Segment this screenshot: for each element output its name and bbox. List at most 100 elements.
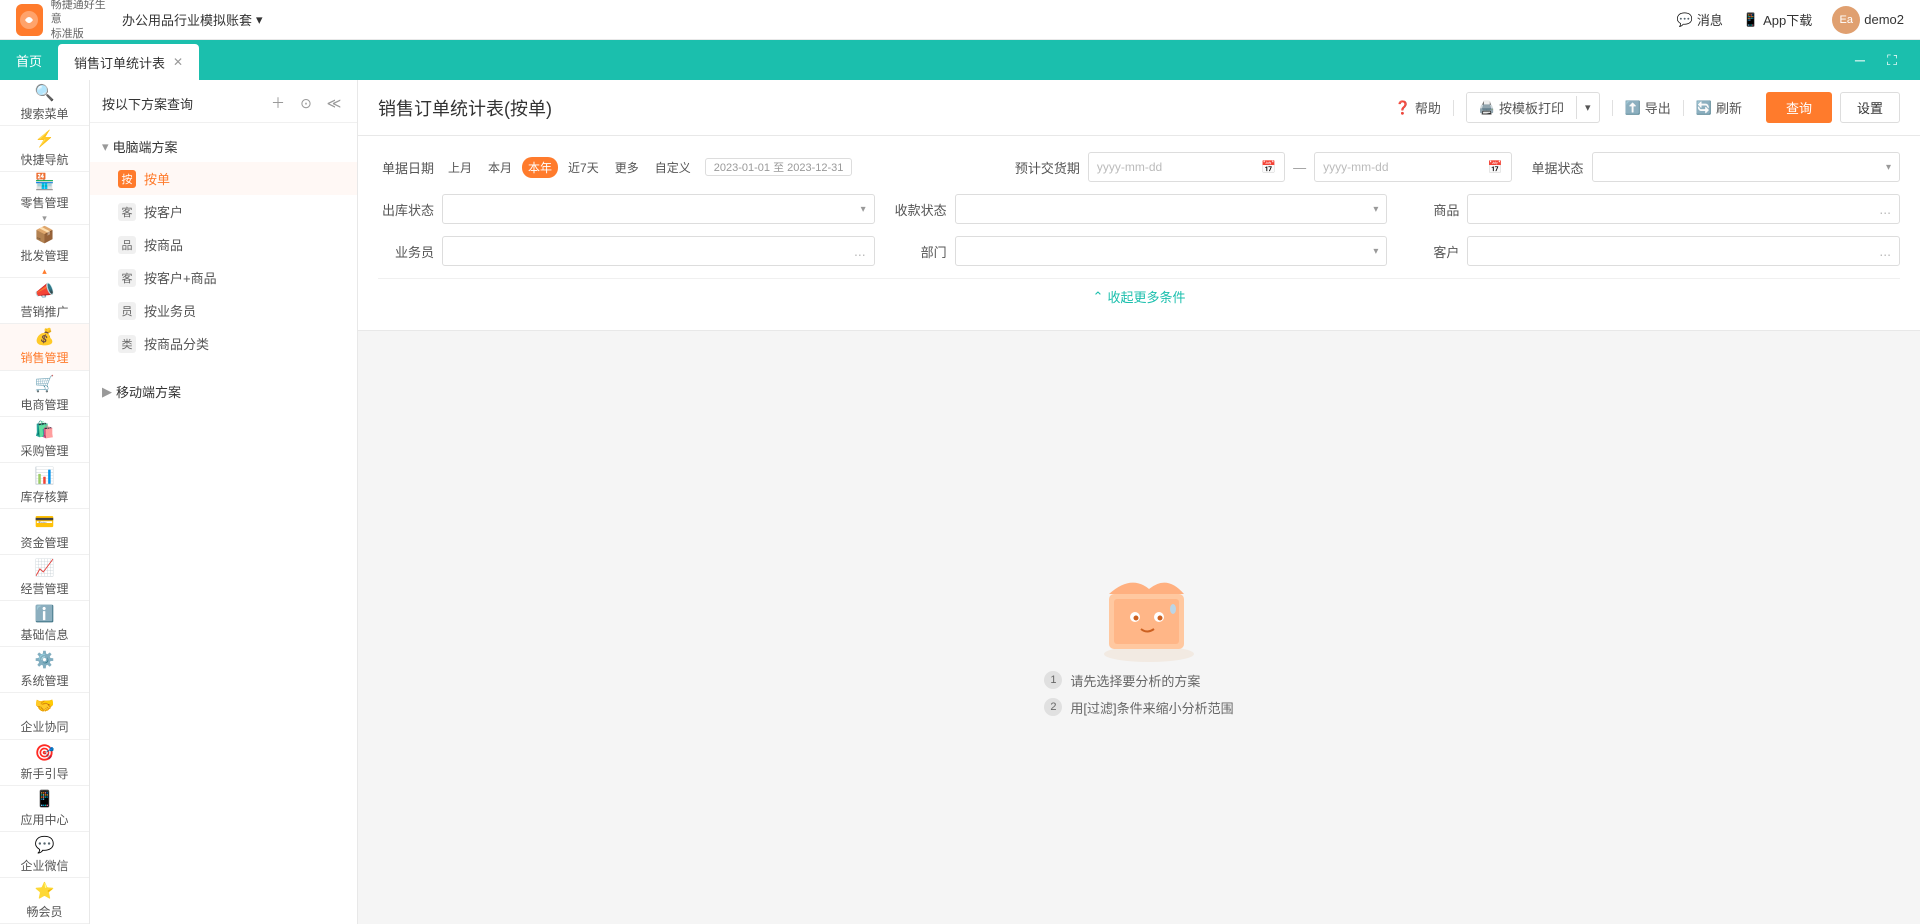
sidebar-item-inventory[interactable]: 📊 库存核算 bbox=[0, 463, 89, 509]
tab-sales-stat[interactable]: 销售订单统计表 ✕ bbox=[58, 44, 199, 80]
tab-close-icon[interactable]: ✕ bbox=[173, 55, 183, 69]
tab-maximize-btn[interactable]: ⛶ bbox=[1880, 48, 1904, 72]
left-panel: 按以下方案查询 ＋ ⊙ ≪ ▾ 电脑端方案 按 按单 客 按客户 bbox=[90, 80, 358, 924]
mobile-section-expand-icon: ▶ bbox=[102, 384, 112, 400]
divider1 bbox=[1453, 100, 1454, 116]
filter-group-expected-date: 预计交货期 yyyy-mm-dd 📅 — yyyy-mm-dd 📅 bbox=[1015, 152, 1512, 182]
mobile-plan-section: ▶ 移动端方案 bbox=[90, 368, 357, 415]
sales-icon: 💰 bbox=[35, 327, 55, 347]
plan-item-by-cust-prod[interactable]: 客 按客户+商品 bbox=[90, 261, 357, 294]
sidebar-item-basic-info[interactable]: ℹ️ 基础信息 bbox=[0, 601, 89, 647]
dept-select[interactable]: ▾ bbox=[955, 236, 1388, 266]
collapse-filters-btn[interactable]: ⌃ 收起更多条件 bbox=[378, 278, 1900, 314]
plan-icon-by-cust-prod: 客 bbox=[118, 269, 136, 287]
print-btn-group: 🖨️ 按模板打印 ▾ bbox=[1466, 92, 1600, 123]
page-title-bar: 销售订单统计表(按单) ❓ 帮助 🖨️ 按模板打印 ▾ bbox=[358, 80, 1920, 136]
logo-area: 畅捷通好生意 标准版 bbox=[16, 0, 106, 41]
query-actions: 查询 设置 bbox=[1766, 92, 1900, 123]
left-panel-header: 按以下方案查询 ＋ ⊙ ≪ bbox=[90, 80, 357, 123]
sidebar-item-corp-collab[interactable]: 🤝 企业协同 bbox=[0, 693, 89, 739]
date-btn-more[interactable]: 更多 bbox=[609, 157, 645, 178]
tab-home[interactable]: 首页 bbox=[0, 40, 58, 80]
user-menu[interactable]: Ea demo2 bbox=[1832, 6, 1904, 34]
logo-text: 畅捷通好生意 标准版 bbox=[51, 0, 106, 41]
settings-plan-btn[interactable]: ⊙ bbox=[295, 92, 317, 114]
add-plan-btn[interactable]: ＋ bbox=[267, 92, 289, 114]
search-menu-icon: 🔍 bbox=[35, 83, 55, 103]
help-btn[interactable]: ❓ 帮助 bbox=[1395, 98, 1441, 117]
plan-item-by-salesman[interactable]: 员 按业务员 bbox=[90, 294, 357, 327]
date-btn-7days[interactable]: 近7天 bbox=[562, 157, 605, 178]
date-btn-custom[interactable]: 自定义 bbox=[649, 157, 697, 178]
expected-date-start[interactable]: yyyy-mm-dd 📅 bbox=[1088, 152, 1285, 182]
app-download-btn[interactable]: 📱 App下载 bbox=[1743, 10, 1812, 29]
salesman-dots-icon: ... bbox=[854, 243, 866, 259]
sidebar-item-quick-nav[interactable]: ⚡ 快捷导航 bbox=[0, 126, 89, 172]
expected-date-end[interactable]: yyyy-mm-dd 📅 bbox=[1314, 152, 1511, 182]
collapse-panel-btn[interactable]: ≪ bbox=[323, 92, 345, 114]
date-btn-last-month[interactable]: 上月 bbox=[442, 157, 478, 178]
ecom-icon: 🛒 bbox=[35, 374, 55, 394]
product-input[interactable]: ... bbox=[1467, 194, 1900, 224]
tab-bar: 首页 销售订单统计表 ✕ ─ ⛶ bbox=[0, 40, 1920, 80]
plan-item-by-product[interactable]: 品 按商品 bbox=[90, 228, 357, 261]
out-status-arrow-icon: ▾ bbox=[861, 204, 866, 215]
inventory-icon: 📊 bbox=[35, 466, 55, 486]
company-dropdown[interactable]: 办公用品行业模拟账套 ▾ bbox=[122, 10, 263, 29]
out-status-select[interactable]: ▾ bbox=[442, 194, 875, 224]
sidebar-item-new-guide[interactable]: 🎯 新手引导 bbox=[0, 740, 89, 786]
mobile-plan-section-title[interactable]: ▶ 移动端方案 bbox=[90, 376, 357, 407]
print-dropdown-btn[interactable]: ▾ bbox=[1576, 96, 1599, 119]
tab-minimize-btn[interactable]: ─ bbox=[1848, 48, 1872, 72]
date-btn-this-year[interactable]: 本年 bbox=[522, 157, 558, 178]
query-button[interactable]: 查询 bbox=[1766, 92, 1832, 123]
sidebar-item-sales-mgmt[interactable]: 💰 销售管理 bbox=[0, 324, 89, 370]
help-icon: ❓ bbox=[1395, 100, 1411, 116]
sidebar-item-sys-mgmt[interactable]: ⚙️ 系统管理 bbox=[0, 647, 89, 693]
chevron-down-icon: ▾ bbox=[256, 12, 263, 28]
divider2 bbox=[1612, 100, 1613, 116]
sidebar-item-purchase-mgmt[interactable]: 🛍️ 采购管理 bbox=[0, 417, 89, 463]
filter-group-salesman: 业务员 ... bbox=[378, 236, 875, 266]
customer-input[interactable]: ... bbox=[1467, 236, 1900, 266]
sidebar-item-search-menu[interactable]: 🔍 搜索菜单 bbox=[0, 80, 89, 126]
sidebar-item-member[interactable]: ⭐ 畅会员 bbox=[0, 878, 89, 924]
message-btn[interactable]: 💬 消息 bbox=[1677, 10, 1723, 29]
customer-dots-icon: ... bbox=[1879, 243, 1891, 259]
export-btn[interactable]: ⬆️ 导出 bbox=[1625, 98, 1671, 117]
plan-item-by-order[interactable]: 按 按单 bbox=[90, 162, 357, 195]
pc-plan-section-title[interactable]: ▾ 电脑端方案 bbox=[90, 131, 357, 162]
out-status-label: 出库状态 bbox=[378, 200, 434, 219]
sidebar-item-retail-mgmt[interactable]: 🏪 零售管理 ▾ bbox=[0, 172, 89, 225]
expected-date-label: 预计交货期 bbox=[1015, 158, 1080, 177]
payment-status-select[interactable]: ▾ bbox=[955, 194, 1388, 224]
wechat-icon: 💬 bbox=[35, 835, 55, 855]
avatar: Ea bbox=[1832, 6, 1860, 34]
status-select[interactable]: ▾ bbox=[1592, 152, 1901, 182]
plan-item-by-customer[interactable]: 客 按客户 bbox=[90, 195, 357, 228]
date-btn-this-month[interactable]: 本月 bbox=[482, 157, 518, 178]
refresh-icon: 🔄 bbox=[1696, 100, 1712, 116]
sidebar-item-wholesale-mgmt[interactable]: 📦 批发管理 ▴ bbox=[0, 225, 89, 278]
refresh-btn[interactable]: 🔄 刷新 bbox=[1696, 98, 1742, 117]
filter-group-date: 单据日期 上月 本月 本年 近7天 更多 自定义 2023-01-01 至 20… bbox=[378, 157, 999, 178]
filter-group-status: 单据状态 ▾ bbox=[1528, 152, 1901, 182]
sidebar-item-app-center[interactable]: 📱 应用中心 bbox=[0, 786, 89, 832]
quick-nav-icon: ⚡ bbox=[35, 129, 55, 149]
sidebar-item-finance-mgmt[interactable]: 💳 资金管理 bbox=[0, 509, 89, 555]
sidebar-item-corp-wechat[interactable]: 💬 企业微信 bbox=[0, 832, 89, 878]
sidebar-item-ops-mgmt[interactable]: 📈 经营管理 bbox=[0, 555, 89, 601]
divider3 bbox=[1683, 100, 1684, 116]
sidebar-item-ecom-mgmt[interactable]: 🛒 电商管理 bbox=[0, 371, 89, 417]
salesman-input[interactable]: ... bbox=[442, 236, 875, 266]
sidebar-item-marketing[interactable]: 📣 营销推广 bbox=[0, 278, 89, 324]
print-icon: 🖨️ bbox=[1479, 100, 1495, 116]
setting-button[interactable]: 设置 bbox=[1840, 92, 1900, 123]
print-btn[interactable]: 🖨️ 按模板打印 bbox=[1467, 93, 1576, 122]
sidebar: 🔍 搜索菜单 ⚡ 快捷导航 🏪 零售管理 ▾ 📦 批发管理 ▴ 📣 营销推广 💰… bbox=[0, 80, 90, 924]
plan-item-by-category[interactable]: 类 按商品分类 bbox=[90, 327, 357, 360]
plan-icon-by-order: 按 bbox=[118, 170, 136, 188]
basic-info-icon: ℹ️ bbox=[35, 604, 55, 624]
filter-group-customer: 客户 ... bbox=[1403, 236, 1900, 266]
salesman-label: 业务员 bbox=[378, 242, 434, 261]
